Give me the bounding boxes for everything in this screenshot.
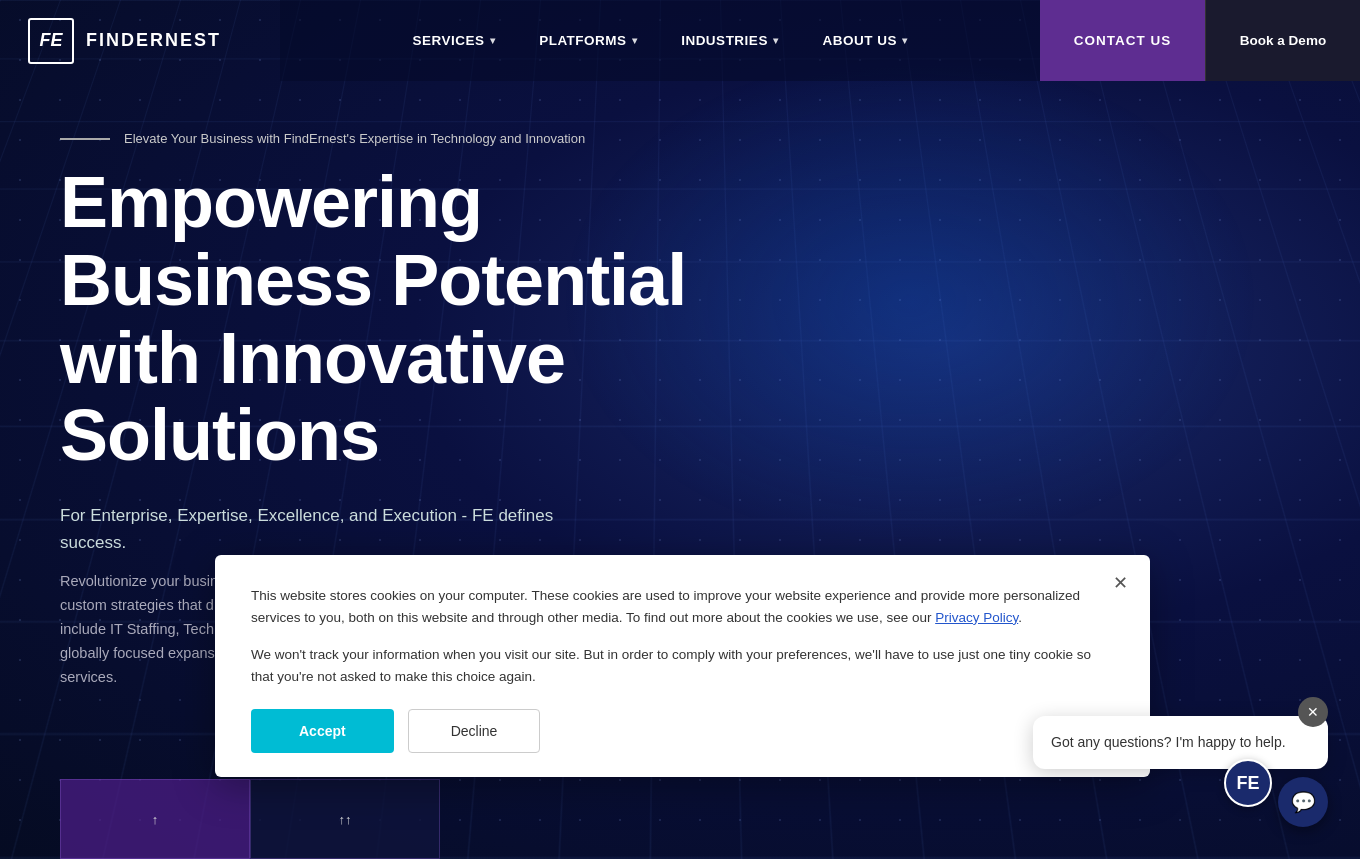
cookie-decline-button[interactable]: Decline (408, 709, 541, 753)
tagline-row: Elevate Your Business with FindErnest's … (60, 130, 710, 148)
logo-icon: FE (28, 18, 74, 64)
chat-widget-button[interactable]: 💬 (1278, 777, 1328, 827)
hero-cards-row: ↑ ↑↑ (60, 779, 440, 859)
logo-text: FINDERNEST (86, 30, 221, 51)
chat-close-button[interactable]: ✕ (1298, 697, 1328, 727)
tagline-line (60, 138, 110, 140)
hero-title: Empowering Business Potential with Innov… (60, 164, 710, 475)
nav-center: SERVICES ▾ PLATFORMS ▾ INDUSTRIES ▾ ABOU… (280, 0, 1040, 81)
cookie-close-button[interactable]: ✕ (1106, 569, 1134, 597)
cookie-accept-button[interactable]: Accept (251, 709, 394, 753)
hero-subtitle: For Enterprise, Expertise, Excellence, a… (60, 503, 600, 556)
cookie-text-secondary: We won't track your information when you… (251, 644, 1114, 687)
nav-item-about[interactable]: ABOUT US ▾ (800, 0, 929, 81)
hero-card-2: ↑↑ (250, 779, 440, 859)
chat-message-bubble: Got any questions? I'm happy to help. (1033, 716, 1328, 769)
hero-tagline: Elevate Your Business with FindErnest's … (124, 130, 585, 148)
nav-contact-button[interactable]: CONTACT US (1040, 0, 1205, 81)
privacy-policy-link[interactable]: Privacy Policy (935, 610, 1018, 625)
chat-avatar: FE (1224, 759, 1272, 807)
nav-item-services[interactable]: SERVICES ▾ (391, 0, 518, 81)
chevron-down-icon: ▾ (902, 35, 908, 46)
cookie-consent-popup: ✕ This website stores cookies on your co… (215, 555, 1150, 777)
nav-logo[interactable]: FE FINDERNEST (0, 0, 280, 81)
hero-card-1: ↑ (60, 779, 250, 859)
nav-book-demo-button[interactable]: Book a Demo (1205, 0, 1360, 81)
nav-item-industries[interactable]: INDUSTRIES ▾ (659, 0, 800, 81)
cookie-text-primary: This website stores cookies on your comp… (251, 585, 1114, 628)
navigation: FE FINDERNEST SERVICES ▾ PLATFORMS ▾ IND… (0, 0, 1360, 81)
chat-icon: 💬 (1291, 790, 1316, 814)
chevron-down-icon: ▾ (632, 35, 638, 46)
chevron-down-icon: ▾ (490, 35, 496, 46)
cookie-buttons-row: Accept Decline (251, 709, 1114, 753)
nav-item-platforms[interactable]: PLATFORMS ▾ (517, 0, 659, 81)
chevron-down-icon: ▾ (773, 35, 779, 46)
